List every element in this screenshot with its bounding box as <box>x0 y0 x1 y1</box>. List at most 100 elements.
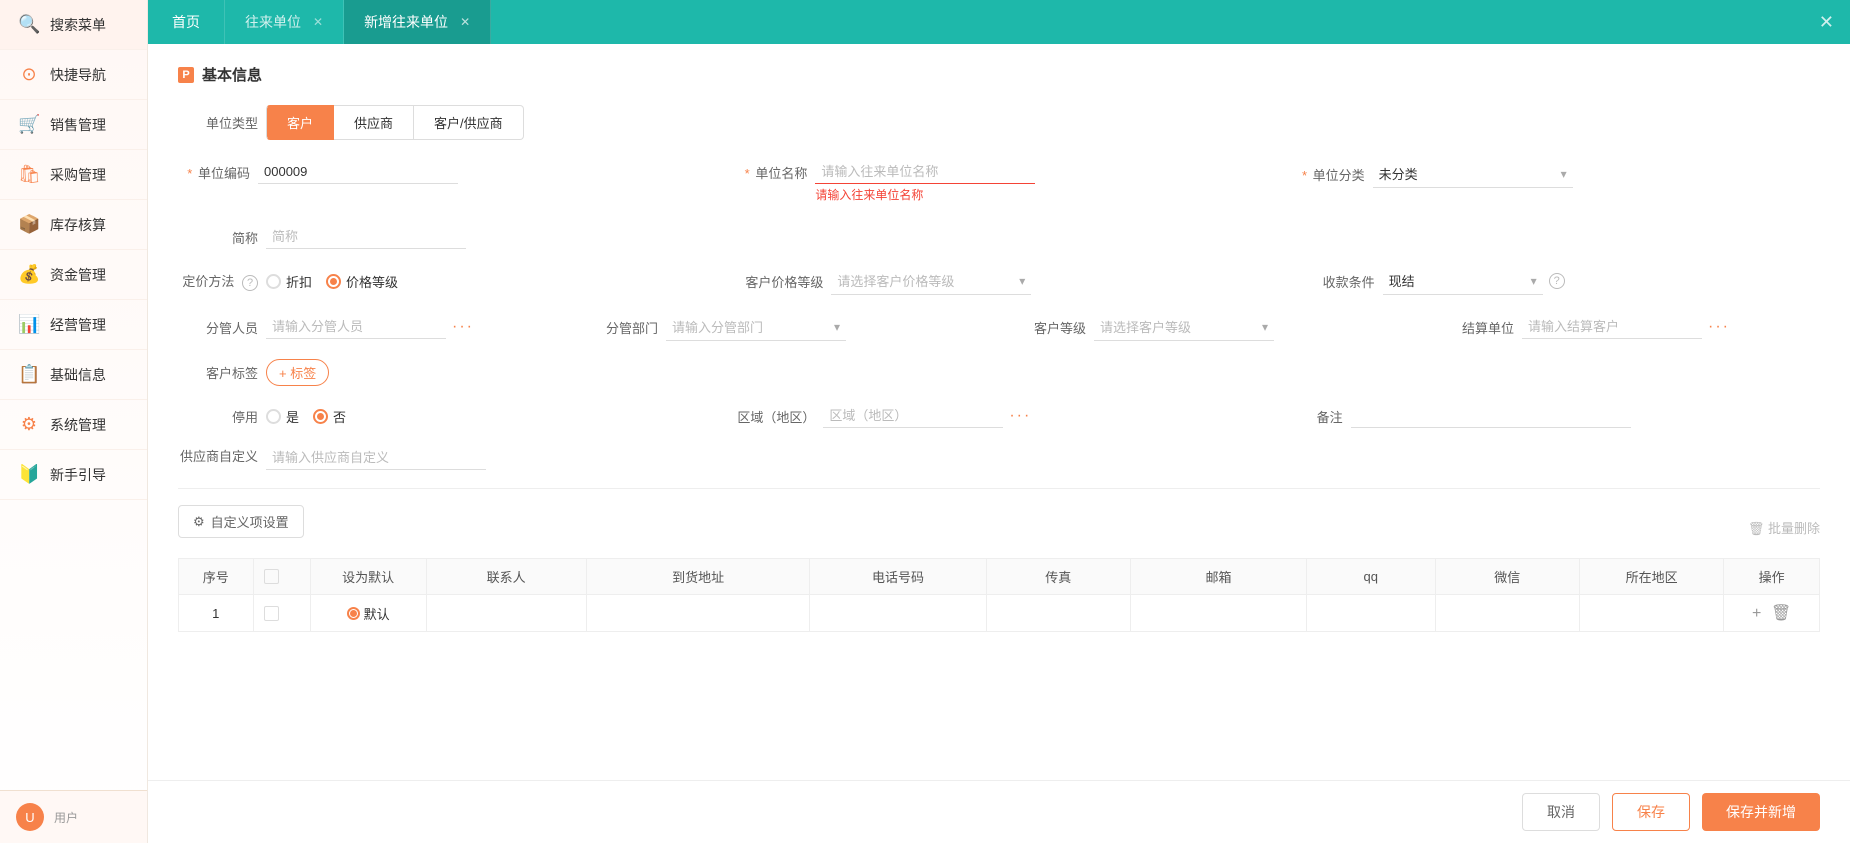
disable-yes[interactable]: 是 <box>266 407 299 426</box>
pricing-price-level[interactable]: 价格等级 <box>326 272 398 291</box>
sidebar-item-inventory[interactable]: 📦 库存核算 <box>0 200 147 250</box>
home-icon: ⊙ <box>18 64 40 85</box>
sidebar-item-basicinfo[interactable]: 📋 基础信息 <box>0 350 147 400</box>
unit-type-both[interactable]: 客户/供应商 <box>414 105 524 140</box>
dept-label: 分管部门 <box>586 318 658 337</box>
settlement-label: 结算单位 <box>1442 318 1514 337</box>
tab-new-trading-unit[interactable]: 新增往来单位 ✕ <box>344 0 491 44</box>
remark-input[interactable] <box>1351 404 1631 428</box>
supplier-custom-input[interactable] <box>266 446 486 470</box>
category-select[interactable]: 未分类 ▾ <box>1373 160 1573 188</box>
manager-label: 分管人员 <box>178 318 258 337</box>
dept-select[interactable]: 请输入分管部门 ▾ <box>666 313 846 341</box>
row-checkbox[interactable] <box>264 606 279 621</box>
bottom-bar: 取消 保存 保存并新增 <box>148 780 1850 843</box>
disable-yes-radio[interactable] <box>266 409 281 424</box>
save-new-button[interactable]: 保存并新增 <box>1702 793 1820 831</box>
pricing-price-level-radio[interactable] <box>326 274 341 289</box>
manager-field: 分管人员 ··· <box>178 315 556 339</box>
list-icon: 📋 <box>18 364 40 385</box>
disable-no-radio[interactable] <box>313 409 328 424</box>
del-row-button[interactable]: 🗑 <box>1771 605 1791 622</box>
fax-input[interactable] <box>1023 606 1093 621</box>
code-input[interactable] <box>258 160 458 184</box>
name-field-wrap: * 单位名称 请输入往来单位名称 <box>735 160 1262 203</box>
tab-trading-units[interactable]: 往来单位 ✕ <box>225 0 344 44</box>
cell-wechat[interactable] <box>1435 595 1579 632</box>
default-radio[interactable] <box>347 607 360 620</box>
short-name-input[interactable] <box>266 225 466 249</box>
remark-field: 备注 <box>1293 404 1820 428</box>
pricing-discount[interactable]: 折扣 <box>266 272 312 291</box>
contact-input[interactable] <box>466 606 546 621</box>
tab-bar-close-button[interactable]: ✕ <box>1803 12 1850 33</box>
unit-type-customer[interactable]: 客户 <box>266 105 334 140</box>
customer-price-field: 客户价格等级 请选择客户价格等级 ▾ <box>735 267 1252 295</box>
category-dropdown-icon: ▾ <box>1561 167 1567 181</box>
customer-level-label: 客户等级 <box>1014 318 1086 337</box>
unit-type-label: 单位类型 <box>178 113 258 132</box>
email-input[interactable] <box>1173 606 1263 621</box>
tab-home[interactable]: 首页 <box>148 0 225 44</box>
address-input[interactable] <box>638 606 758 621</box>
category-label: * 单位分类 <box>1293 165 1365 184</box>
sidebar: 🔍 搜索菜单 ⊙ 快捷导航 🛒 销售管理 🛍 采购管理 📦 库存核算 💰 资金管… <box>0 0 148 843</box>
sidebar-item-finance[interactable]: 💰 资金管理 <box>0 250 147 300</box>
disable-no[interactable]: 否 <box>313 407 346 426</box>
cell-contact[interactable] <box>426 595 586 632</box>
settlement-input[interactable] <box>1522 315 1702 339</box>
name-input[interactable] <box>815 160 1035 184</box>
sidebar-item-quicknav[interactable]: ⊙ 快捷导航 <box>0 50 147 100</box>
close-tab-new-trading-unit-icon[interactable]: ✕ <box>460 15 470 29</box>
region-cell-input[interactable] <box>1617 606 1687 621</box>
sidebar-item-search[interactable]: 🔍 搜索菜单 <box>0 0 147 50</box>
pricing-help-icon[interactable]: ? <box>242 275 258 291</box>
payment-dropdown-icon: ▾ <box>1531 274 1537 288</box>
disable-radio-group: 是 否 <box>266 407 346 426</box>
qq-input[interactable] <box>1341 606 1401 621</box>
customer-level-dropdown-icon: ▾ <box>1262 320 1268 334</box>
cell-address[interactable] <box>586 595 810 632</box>
cell-action: + 🗑 <box>1724 595 1820 632</box>
col-email: 邮箱 <box>1130 559 1306 595</box>
col-default: 设为默认 <box>310 559 426 595</box>
sidebar-item-newbie[interactable]: 🔰 新手引导 <box>0 450 147 500</box>
sidebar-item-operations[interactable]: 📊 经营管理 <box>0 300 147 350</box>
sidebar-item-purchase[interactable]: 🛍 采购管理 <box>0 150 147 200</box>
payment-help-icon[interactable]: ? <box>1549 273 1565 289</box>
customer-level-select[interactable]: 请选择客户等级 ▾ <box>1094 313 1274 341</box>
payment-select[interactable]: 现结 ▾ <box>1383 267 1543 295</box>
settlement-field: 结算单位 ··· <box>1442 315 1820 339</box>
customer-price-select[interactable]: 请选择客户价格等级 ▾ <box>831 267 1031 295</box>
cell-email[interactable] <box>1130 595 1306 632</box>
short-name-field: 简称 <box>178 225 1820 249</box>
manager-input[interactable] <box>266 315 446 339</box>
select-all-checkbox[interactable] <box>264 569 279 584</box>
dept-field: 分管部门 请输入分管部门 ▾ <box>586 313 964 341</box>
cell-phone[interactable] <box>810 595 986 632</box>
batch-delete-btn[interactable]: 🗑 批量删除 <box>1748 518 1820 537</box>
cell-qq[interactable] <box>1307 595 1436 632</box>
region-input[interactable] <box>823 404 1003 428</box>
settlement-more-icon[interactable]: ··· <box>1708 318 1730 336</box>
form-area: P 基本信息 单位类型 客户 供应商 客户/供应商 * 单位编码 <box>148 44 1850 843</box>
gear-icon: ⚙ <box>18 414 40 435</box>
save-button[interactable]: 保存 <box>1612 793 1690 831</box>
unit-type-supplier[interactable]: 供应商 <box>334 105 414 140</box>
cancel-button[interactable]: 取消 <box>1522 793 1600 831</box>
sidebar-item-system[interactable]: ⚙ 系统管理 <box>0 400 147 450</box>
cell-fax[interactable] <box>986 595 1130 632</box>
add-row-button[interactable]: + <box>1752 605 1761 622</box>
tab-bar: 首页 往来单位 ✕ 新增往来单位 ✕ ✕ <box>148 0 1850 44</box>
add-tag-button[interactable]: + 标签 <box>266 359 329 386</box>
phone-input[interactable] <box>853 606 943 621</box>
manager-more-icon[interactable]: ··· <box>452 318 474 336</box>
pricing-discount-radio[interactable] <box>266 274 281 289</box>
cell-region[interactable] <box>1579 595 1723 632</box>
close-tab-trading-units-icon[interactable]: ✕ <box>313 15 323 29</box>
wechat-input[interactable] <box>1472 606 1542 621</box>
sidebar-item-sales[interactable]: 🛒 销售管理 <box>0 100 147 150</box>
custom-settings-button[interactable]: ⚙ 自定义项设置 <box>178 505 304 538</box>
cell-default: 默认 <box>310 595 426 632</box>
region-more-icon[interactable]: ··· <box>1009 407 1031 425</box>
